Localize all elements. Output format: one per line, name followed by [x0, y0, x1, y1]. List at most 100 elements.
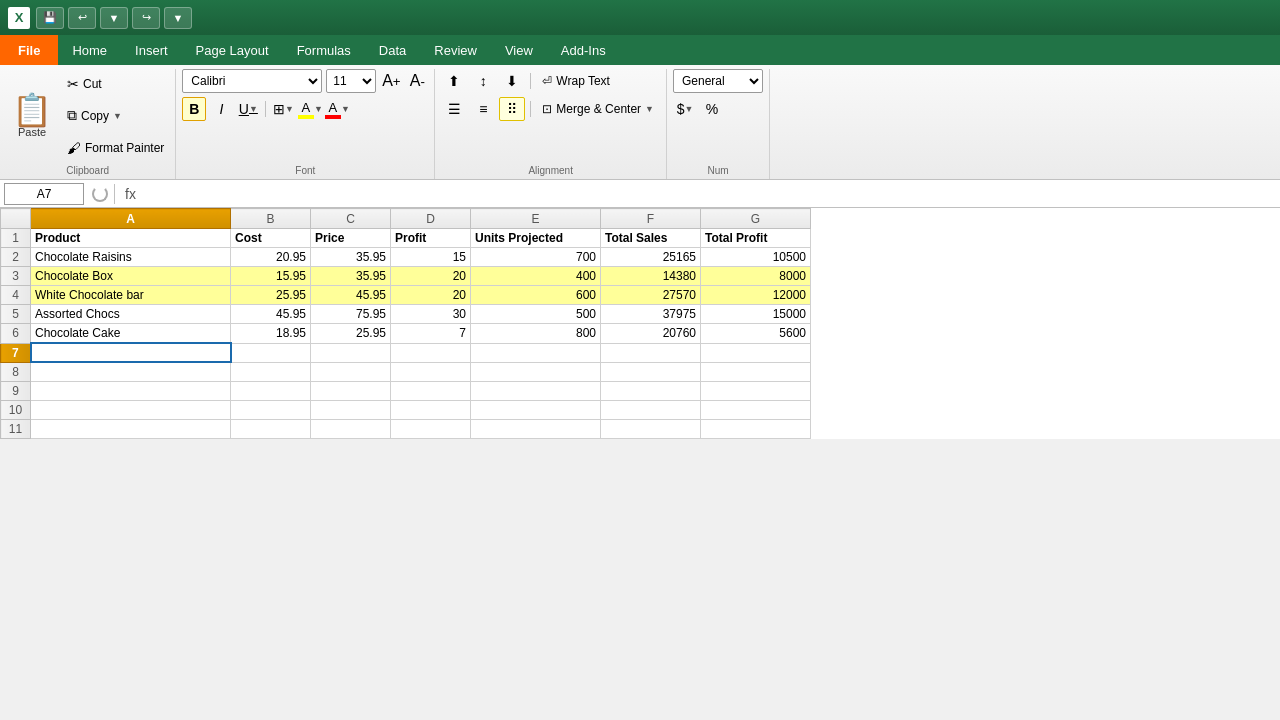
- cell-10-B[interactable]: [231, 400, 311, 419]
- cell-11-C[interactable]: [311, 419, 391, 438]
- cell-6-A[interactable]: Chocolate Cake: [31, 324, 231, 344]
- cell-11-D[interactable]: [391, 419, 471, 438]
- cell-5-F[interactable]: 37975: [601, 305, 701, 324]
- cell-2-C[interactable]: 35.95: [311, 248, 391, 267]
- cell-3-C[interactable]: 35.95: [311, 267, 391, 286]
- cell-7-D[interactable]: [391, 343, 471, 362]
- cell-7-B[interactable]: [231, 343, 311, 362]
- save-button[interactable]: 💾: [36, 7, 64, 29]
- cell-8-G[interactable]: [701, 362, 811, 381]
- cell-6-B[interactable]: 18.95: [231, 324, 311, 344]
- cell-10-A[interactable]: [31, 400, 231, 419]
- menu-insert[interactable]: Insert: [121, 35, 182, 65]
- cell-8-B[interactable]: [231, 362, 311, 381]
- menu-formulas[interactable]: Formulas: [283, 35, 365, 65]
- col-header-d[interactable]: D: [391, 209, 471, 229]
- col-header-c[interactable]: C: [311, 209, 391, 229]
- row-header-2[interactable]: 2: [1, 248, 31, 267]
- col-header-e[interactable]: E: [471, 209, 601, 229]
- row-header-5[interactable]: 5: [1, 305, 31, 324]
- cell-10-G[interactable]: [701, 400, 811, 419]
- cell-11-E[interactable]: [471, 419, 601, 438]
- align-top-button[interactable]: ⬆: [441, 69, 467, 93]
- cell-1-C[interactable]: Price: [311, 229, 391, 248]
- align-center-button[interactable]: ≡: [470, 97, 496, 121]
- row-header-11[interactable]: 11: [1, 419, 31, 438]
- row-header-6[interactable]: 6: [1, 324, 31, 344]
- cell-1-G[interactable]: Total Profit: [701, 229, 811, 248]
- menu-file[interactable]: File: [0, 35, 58, 65]
- cell-8-D[interactable]: [391, 362, 471, 381]
- cell-5-A[interactable]: Assorted Chocs: [31, 305, 231, 324]
- menu-review[interactable]: Review: [420, 35, 491, 65]
- menu-addins[interactable]: Add-Ins: [547, 35, 620, 65]
- wrap-text-button[interactable]: ⏎ Wrap Text: [536, 71, 616, 91]
- font-size-select[interactable]: 11: [326, 69, 376, 93]
- cell-11-A[interactable]: [31, 419, 231, 438]
- row-header-7[interactable]: 7: [1, 343, 31, 362]
- cell-7-E[interactable]: [471, 343, 601, 362]
- row-header-3[interactable]: 3: [1, 267, 31, 286]
- col-header-b[interactable]: B: [231, 209, 311, 229]
- cell-3-D[interactable]: 20: [391, 267, 471, 286]
- menu-view[interactable]: View: [491, 35, 547, 65]
- cell-7-F[interactable]: [601, 343, 701, 362]
- cell-6-E[interactable]: 800: [471, 324, 601, 344]
- undo-button[interactable]: ↩: [68, 7, 96, 29]
- col-header-g[interactable]: G: [701, 209, 811, 229]
- cell-9-C[interactable]: [311, 381, 391, 400]
- italic-button[interactable]: I: [209, 97, 233, 121]
- number-format-select[interactable]: General: [673, 69, 763, 93]
- percent-button[interactable]: %: [700, 97, 724, 121]
- cell-2-D[interactable]: 15: [391, 248, 471, 267]
- undo-dropdown-button[interactable]: ▼: [100, 7, 128, 29]
- name-box[interactable]: [4, 183, 84, 205]
- cell-6-D[interactable]: 7: [391, 324, 471, 344]
- fill-color-button[interactable]: A ▼: [298, 97, 322, 121]
- cell-7-G[interactable]: [701, 343, 811, 362]
- row-header-10[interactable]: 10: [1, 400, 31, 419]
- cell-1-D[interactable]: Profit: [391, 229, 471, 248]
- row-header-1[interactable]: 1: [1, 229, 31, 248]
- align-right-button[interactable]: ⠿: [499, 97, 525, 121]
- cell-2-A[interactable]: Chocolate Raisins: [31, 248, 231, 267]
- cell-10-D[interactable]: [391, 400, 471, 419]
- underline-button[interactable]: U ▼: [236, 97, 260, 121]
- merge-center-button[interactable]: ⊡ Merge & Center ▼: [536, 99, 660, 119]
- cell-2-F[interactable]: 25165: [601, 248, 701, 267]
- cell-4-A[interactable]: White Chocolate bar: [31, 286, 231, 305]
- col-header-f[interactable]: F: [601, 209, 701, 229]
- cell-8-A[interactable]: [31, 362, 231, 381]
- cell-5-C[interactable]: 75.95: [311, 305, 391, 324]
- customize-qat-button[interactable]: ▼: [164, 7, 192, 29]
- cell-3-B[interactable]: 15.95: [231, 267, 311, 286]
- cell-3-A[interactable]: Chocolate Box: [31, 267, 231, 286]
- cell-5-E[interactable]: 500: [471, 305, 601, 324]
- align-left-button[interactable]: ☰: [441, 97, 467, 121]
- cell-1-B[interactable]: Cost: [231, 229, 311, 248]
- cell-10-F[interactable]: [601, 400, 701, 419]
- cell-3-E[interactable]: 400: [471, 267, 601, 286]
- cell-4-E[interactable]: 600: [471, 286, 601, 305]
- cell-8-F[interactable]: [601, 362, 701, 381]
- cell-4-C[interactable]: 45.95: [311, 286, 391, 305]
- cell-9-F[interactable]: [601, 381, 701, 400]
- align-bottom-button[interactable]: ⬇: [499, 69, 525, 93]
- cell-4-D[interactable]: 20: [391, 286, 471, 305]
- cell-11-B[interactable]: [231, 419, 311, 438]
- font-name-select[interactable]: Calibri: [182, 69, 322, 93]
- row-header-8[interactable]: 8: [1, 362, 31, 381]
- menu-home[interactable]: Home: [58, 35, 121, 65]
- cell-9-A[interactable]: [31, 381, 231, 400]
- cell-2-G[interactable]: 10500: [701, 248, 811, 267]
- cell-2-B[interactable]: 20.95: [231, 248, 311, 267]
- cell-4-B[interactable]: 25.95: [231, 286, 311, 305]
- font-color-button[interactable]: A ▼: [325, 97, 349, 121]
- align-middle-button[interactable]: ↕: [470, 69, 496, 93]
- cell-7-A[interactable]: [31, 343, 231, 362]
- cell-9-E[interactable]: [471, 381, 601, 400]
- cell-8-E[interactable]: [471, 362, 601, 381]
- font-shrink-button[interactable]: A-: [406, 70, 428, 92]
- cell-6-G[interactable]: 5600: [701, 324, 811, 344]
- cell-5-D[interactable]: 30: [391, 305, 471, 324]
